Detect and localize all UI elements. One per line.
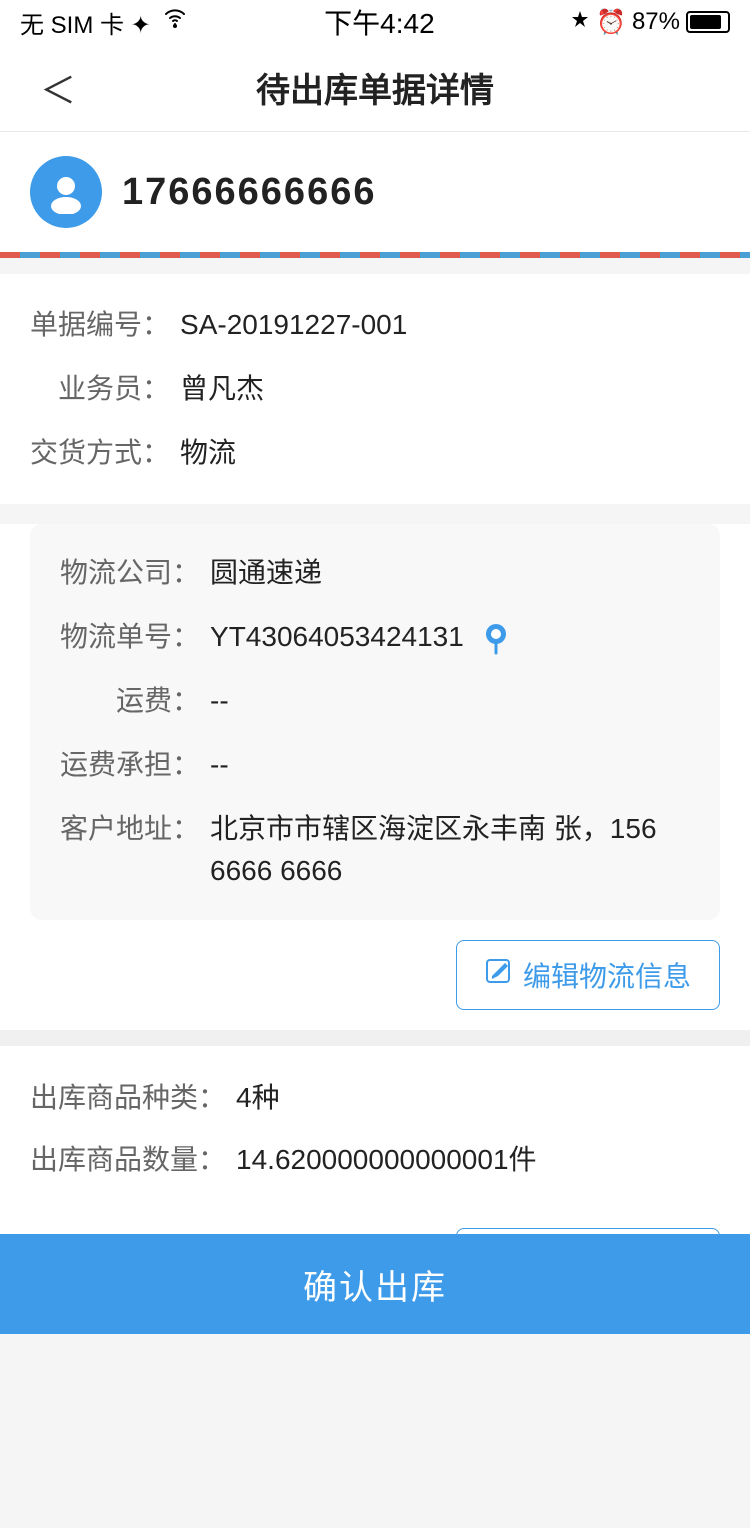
logistics-address-label: 客户地址： — [60, 808, 200, 850]
goods-types-label: 出库商品种类： — [30, 1076, 226, 1116]
alarm-icon: ⏰ — [596, 8, 626, 37]
goods-section: 出库商品种类： 4种 出库商品数量： 14.620000000000001件 — [0, 1046, 750, 1208]
logistics-freight-bearer-label: 运费承担： — [60, 744, 200, 786]
order-info-section: 单据编号： SA-20191227-001 业务员： 曾凡杰 交货方式： 物流 — [0, 274, 750, 504]
goods-quantity-label: 出库商品数量： — [30, 1138, 226, 1178]
logistics-company-value: 圆通速递 — [210, 552, 690, 594]
page-title: 待出库单据详情 — [256, 63, 494, 112]
delivery-method-value: 物流 — [180, 432, 720, 474]
logistics-company-row: 物流公司： 圆通速递 — [60, 552, 690, 594]
logistics-freight-row: 运费： -- — [60, 680, 690, 722]
dashed-divider — [0, 252, 750, 258]
battery-icon — [686, 8, 730, 36]
logistics-freight-value: -- — [210, 680, 690, 722]
user-header: 17666666666 — [0, 132, 750, 252]
edit-btn-row: 编辑物流信息 — [0, 940, 750, 1030]
section-separator — [0, 1030, 750, 1046]
status-left: 无 SIM 卡 ✦ — [20, 5, 189, 40]
goods-types-row: 出库商品种类： 4种 — [30, 1076, 720, 1116]
logistics-tracking-row: 物流单号： YT43064053424131 — [60, 616, 690, 658]
nav-bar: ＜ 待出库单据详情 — [0, 44, 750, 132]
delivery-method-row: 交货方式： 物流 — [30, 432, 720, 474]
wifi-icon — [161, 8, 189, 36]
logistics-address-row: 客户地址： 北京市市辖区海淀区永丰南 张，156 6666 6666 — [60, 808, 690, 892]
avatar — [30, 156, 102, 228]
delivery-method-label: 交货方式： — [30, 432, 170, 474]
edit-icon — [485, 958, 513, 993]
goods-types-value: 4种 — [236, 1076, 280, 1116]
goods-quantity-row: 出库商品数量： 14.620000000000001件 — [30, 1138, 720, 1178]
order-number-label: 单据编号： — [30, 304, 170, 346]
logistics-freight-bearer-row: 运费承担： -- — [60, 744, 690, 786]
logistics-card: 物流公司： 圆通速递 物流单号： YT43064053424131 运费： -- — [30, 524, 720, 920]
status-time: 下午4:42 — [324, 2, 435, 42]
edit-logistics-label: 编辑物流信息 — [523, 955, 691, 995]
logistics-freight-label: 运费： — [60, 680, 200, 722]
order-number-value: SA-20191227-001 — [180, 304, 720, 346]
status-right: ⏰ 87% — [570, 8, 730, 37]
logistics-freight-bearer-value: -- — [210, 744, 690, 786]
logistics-company-label: 物流公司： — [60, 552, 200, 594]
empty-space — [0, 1328, 750, 1528]
map-location-icon[interactable] — [478, 619, 514, 655]
salesperson-label: 业务员： — [30, 368, 170, 410]
salesperson-value: 曾凡杰 — [180, 368, 720, 410]
logistics-tracking-value: YT43064053424131 — [210, 616, 690, 658]
back-button[interactable]: ＜ — [30, 52, 86, 124]
battery-percentage: 87% — [632, 8, 680, 36]
salesperson-row: 业务员： 曾凡杰 — [30, 368, 720, 410]
goods-quantity-value: 14.620000000000001件 — [236, 1138, 537, 1178]
confirm-outbound-button[interactable]: 确认出库 — [303, 1260, 447, 1309]
edit-logistics-button[interactable]: 编辑物流信息 — [456, 940, 720, 1010]
logistics-address-value: 北京市市辖区海淀区永丰南 张，156 6666 6666 — [210, 808, 690, 892]
sim-status: 无 SIM 卡 ✦ — [20, 5, 151, 40]
bottom-bar: 确认出库 — [0, 1234, 750, 1334]
location-status-icon — [570, 8, 590, 36]
order-number-row: 单据编号： SA-20191227-001 — [30, 304, 720, 346]
status-bar: 无 SIM 卡 ✦ 下午4:42 ⏰ 87% — [0, 0, 750, 44]
logistics-tracking-label: 物流单号： — [60, 616, 200, 658]
tracking-number: YT43064053424131 — [210, 616, 464, 658]
user-phone: 17666666666 — [122, 171, 376, 214]
